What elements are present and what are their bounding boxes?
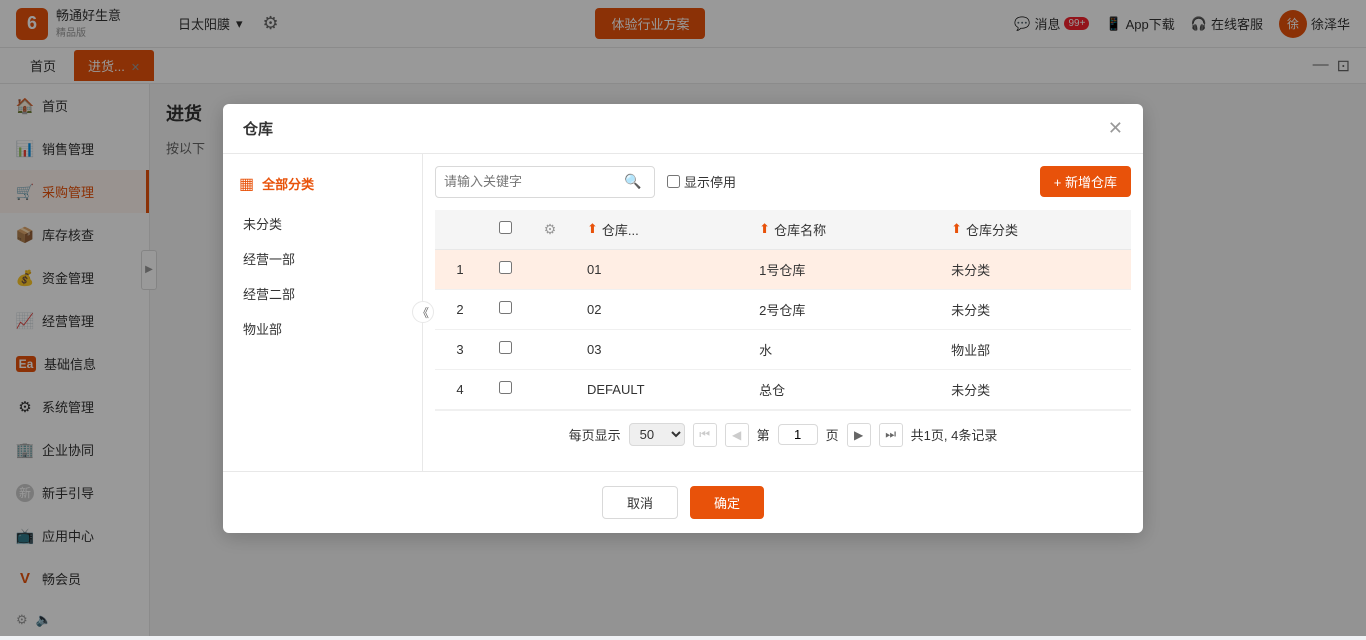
row-gear (525, 369, 575, 409)
table-header-row: ⚙ ⬆仓库... ⬆仓库名称 ⬆仓库分类 (435, 210, 1131, 250)
row-code: 03 (575, 329, 747, 369)
row-gear (525, 249, 575, 289)
modal-overlay[interactable]: 仓库 ✕ ▦ 全部分类 未分类 经营一部 经营二部 物业部 《 (0, 0, 1366, 636)
modal-body: ▦ 全部分类 未分类 经营一部 经营二部 物业部 《 🔍 (223, 154, 1143, 471)
row-checkbox[interactable] (499, 261, 512, 274)
collapse-icon: 《 (417, 304, 429, 321)
row-category: 物业部 (939, 329, 1131, 369)
warehouse-table: ⚙ ⬆仓库... ⬆仓库名称 ⬆仓库分类 (435, 210, 1131, 410)
row-checkbox[interactable] (499, 341, 512, 354)
category-header: ▦ 全部分类 (223, 166, 422, 206)
search-icon[interactable]: 🔍 (624, 173, 641, 190)
select-all-checkbox[interactable] (499, 221, 512, 234)
cat-item-ops1[interactable]: 经营一部 (223, 241, 422, 276)
row-name: 1号仓库 (747, 249, 939, 289)
row-category: 未分类 (939, 369, 1131, 409)
row-name: 水 (747, 329, 939, 369)
category-sidebar: ▦ 全部分类 未分类 经营一部 经营二部 物业部 《 (223, 154, 423, 471)
search-box: 🔍 (435, 166, 655, 198)
page-number-input[interactable] (778, 424, 818, 445)
modal-footer: 取消 确定 (223, 471, 1143, 533)
add-warehouse-button[interactable]: + 新增仓库 (1040, 166, 1131, 197)
table-row[interactable]: 4 DEFAULT 总仓 未分类 (435, 369, 1131, 409)
row-check[interactable] (485, 369, 525, 409)
row-num: 4 (435, 369, 485, 409)
gear-settings-icon[interactable]: ⚙ (544, 221, 557, 237)
show-disabled-label[interactable]: 显示停用 (667, 172, 736, 191)
row-num: 1 (435, 249, 485, 289)
per-page-label: 每页显示 (569, 425, 621, 444)
modal-header: 仓库 ✕ (223, 104, 1143, 154)
cat-item-unclassified[interactable]: 未分类 (223, 206, 422, 241)
th-gear: ⚙ (525, 210, 575, 250)
sort-icon-name: ⬆ (759, 221, 770, 237)
row-code: 02 (575, 289, 747, 329)
page-prev-button[interactable]: ◀ (725, 423, 749, 447)
row-category: 未分类 (939, 289, 1131, 329)
row-num: 2 (435, 289, 485, 329)
pagination: 每页显示 50 100 200 ⏮ ◀ 第 页 ▶ ⏭ 共1页, 4条记录 (435, 410, 1131, 459)
page-last-button[interactable]: ⏭ (879, 423, 903, 447)
table-row[interactable]: 2 02 2号仓库 未分类 (435, 289, 1131, 329)
th-num (435, 210, 485, 250)
row-name: 2号仓库 (747, 289, 939, 329)
category-collapse-button[interactable]: 《 (412, 301, 434, 323)
sort-icon-category: ⬆ (951, 221, 962, 237)
row-category: 未分类 (939, 249, 1131, 289)
warehouse-table-wrapper: ⚙ ⬆仓库... ⬆仓库名称 ⬆仓库分类 (435, 210, 1131, 410)
table-row[interactable]: 1 01 1号仓库 未分类 (435, 249, 1131, 289)
page-next-button[interactable]: ▶ (847, 423, 871, 447)
modal-toolbar: 🔍 显示停用 + 新增仓库 (435, 166, 1131, 198)
row-name: 总仓 (747, 369, 939, 409)
row-gear (525, 329, 575, 369)
confirm-button[interactable]: 确定 (690, 486, 764, 519)
cat-item-property[interactable]: 物业部 (223, 311, 422, 346)
th-name: ⬆仓库名称 (747, 210, 939, 250)
modal-main: 🔍 显示停用 + 新增仓库 (423, 154, 1143, 471)
row-checkbox[interactable] (499, 301, 512, 314)
table-row[interactable]: 3 03 水 物业部 (435, 329, 1131, 369)
row-checkbox[interactable] (499, 381, 512, 394)
row-num: 3 (435, 329, 485, 369)
modal-close-button[interactable]: ✕ (1108, 118, 1123, 139)
th-category: ⬆仓库分类 (939, 210, 1131, 250)
table-body: 1 01 1号仓库 未分类 2 02 (435, 249, 1131, 409)
row-gear (525, 289, 575, 329)
cat-item-ops2[interactable]: 经营二部 (223, 276, 422, 311)
page-suffix: 页 (826, 425, 839, 444)
per-page-select[interactable]: 50 100 200 (629, 423, 685, 446)
warehouse-modal: 仓库 ✕ ▦ 全部分类 未分类 经营一部 经营二部 物业部 《 (223, 104, 1143, 533)
total-info: 共1页, 4条记录 (911, 425, 998, 444)
category-all-label[interactable]: 全部分类 (262, 174, 314, 193)
row-check[interactable] (485, 329, 525, 369)
th-check (485, 210, 525, 250)
page-label: 第 (757, 425, 770, 444)
modal-title: 仓库 (243, 118, 273, 139)
row-check[interactable] (485, 289, 525, 329)
row-check[interactable] (485, 249, 525, 289)
th-code: ⬆仓库... (575, 210, 747, 250)
row-code: DEFAULT (575, 369, 747, 409)
sort-icon-code: ⬆ (587, 221, 598, 237)
cancel-button[interactable]: 取消 (602, 486, 678, 519)
show-disabled-text: 显示停用 (684, 172, 736, 191)
page-first-button[interactable]: ⏮ (693, 423, 717, 447)
search-input[interactable] (444, 174, 624, 189)
row-code: 01 (575, 249, 747, 289)
category-grid-icon: ▦ (239, 174, 254, 194)
show-disabled-checkbox[interactable] (667, 175, 680, 188)
